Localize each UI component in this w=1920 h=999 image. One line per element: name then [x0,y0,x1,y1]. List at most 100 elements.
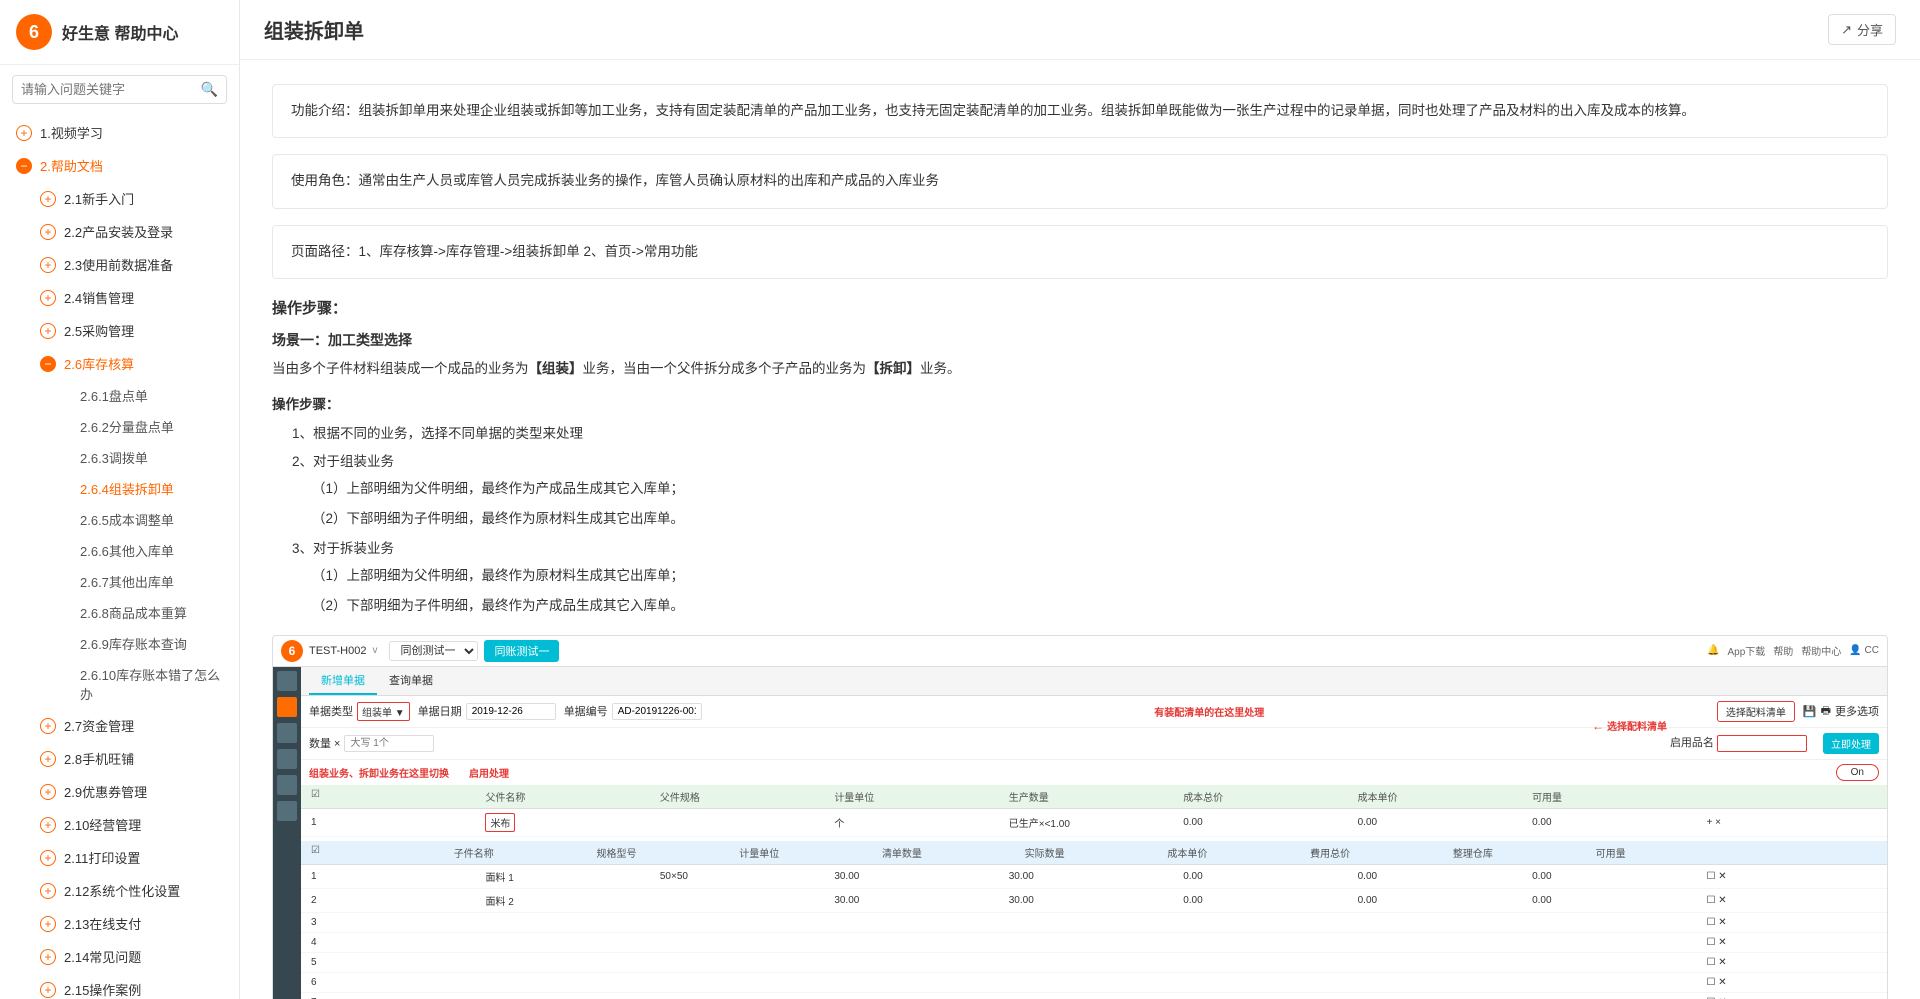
lower-header-bom-qty: 清单数量 [880,844,1023,861]
expand-icon: + [16,125,32,141]
sidebar-item-25[interactable]: + 2.5采购管理 [40,314,239,347]
sidebar-item-label: 2.9优惠券管理 [64,782,147,801]
sidebar-item-label: 2.6库存核算 [64,354,134,373]
logo-icon: 6 [16,14,52,50]
sidebar-item-21[interactable]: + 2.1新手入门 [40,182,239,215]
step2-2: （2）下部明细为子件明细，最终作为原材料生成其它出库单。 [312,506,1888,532]
app-more-icon[interactable]: 更多选项 [1835,703,1879,719]
app-sidebar-icon-4 [277,749,297,769]
lower-table-row-2: 2 面料 2 30.00 30.00 0.00 0.00 0.00 ☐ ✕ [301,889,1887,913]
app-icon-notification: 🔔 [1707,645,1719,656]
app-confirm-btn[interactable]: 立即处理 [1823,733,1879,754]
app-qty-input[interactable] [344,735,434,752]
sidebar-item-212[interactable]: + 2.12系统个性化设置 [40,874,239,907]
share-label: 分享 [1857,20,1883,39]
sidebar-item-268[interactable]: 2.6.8商品成本重算 [80,597,239,628]
sub-26-items: 2.6.1盘点单 2.6.2分量盘点单 2.6.3调拨单 2.6.4组装拆卸单 … [40,380,239,709]
row-del-icon[interactable]: × [1715,817,1721,828]
app-top-icons: 🔔 App下载 帮助 帮助中心 👤 CC [1707,643,1879,658]
sidebar-item-23[interactable]: + 2.3使用前数据准备 [40,248,239,281]
app-company-select[interactable]: 同创测试一 [389,641,478,661]
sidebar-item-26[interactable]: − 2.6库存核算 [40,347,239,380]
search-input[interactable] [21,82,201,97]
row-idx: 1 [309,816,483,829]
sidebar-item-2610[interactable]: 2.6.10库存账本错了怎么办 [80,659,239,709]
lower-header-cost-unit: 成本单价 [1165,844,1308,861]
app-icon-user: 帮助中心 [1801,643,1841,658]
row-name-input[interactable]: 米布 [485,813,515,832]
sidebar-item-label: 2.10经营管理 [64,815,141,834]
lower-table-row-3: 3 ☐ ✕ [301,913,1887,933]
app-sidebar-icon-6 [277,801,297,821]
app-on-toggle[interactable]: On [1836,764,1879,781]
sidebar-item-29[interactable]: + 2.9优惠券管理 [40,775,239,808]
sidebar-item-22[interactable]: + 2.2产品安装及登录 [40,215,239,248]
app-qty-label: 数量 × [309,735,340,751]
sidebar-item-213[interactable]: + 2.13在线支付 [40,907,239,940]
app-tab-new[interactable]: 新增单据 [309,667,377,695]
annotation-2: 选择配料清单 [1607,722,1667,733]
usage-role-block: 使用角色：通常由生产人员或库管人员完成拆装业务的操作，库管人员确认原材料的出库和… [272,154,1888,208]
sidebar-item-211[interactable]: + 2.11打印设置 [40,841,239,874]
app-form-area: 新增单据 查询单据 单据类型 组装单 ▼ 单据日期 [301,667,1887,999]
app-num-input[interactable] [612,703,702,720]
lower-header-spec: 规格型号 [594,844,737,861]
sidebar-item-263[interactable]: 2.6.3调拨单 [80,442,239,473]
sidebar-item-264[interactable]: 2.6.4组装拆卸单 [80,473,239,504]
app-print-icon[interactable]: 🖶 [1821,702,1831,721]
lower-table-row-1: 1 面料 1 50×50 30.00 30.00 0.00 0.00 0.00 … [301,865,1887,889]
app-save-icon[interactable]: 💾 [1803,705,1817,718]
lower-table-row-4: 4 ☐ ✕ [301,933,1887,953]
app-new-btn[interactable]: 同账测试一 [484,640,559,662]
sidebar-item-docs[interactable]: − 2.帮助文档 [0,149,239,182]
app-form-tabs: 新增单据 查询单据 [301,667,1887,696]
sidebar-item-265[interactable]: 2.6.5成本调整单 [80,504,239,535]
lower-table-row-6: 6 ☐ ✕ [301,973,1887,993]
row-action-icons: + × [1705,816,1879,829]
app-tab-list[interactable]: 查询单据 [377,667,445,695]
expand-icon: + [40,784,56,800]
sidebar-item-label: 2.11打印设置 [64,848,140,867]
sidebar-item-24[interactable]: + 2.4销售管理 [40,281,239,314]
app-date-input[interactable] [466,703,556,720]
sidebar-item-27[interactable]: + 2.7资金管理 [40,709,239,742]
sidebar-item-210[interactable]: + 2.10经营管理 [40,808,239,841]
expand-icon: + [40,290,56,306]
expand-icon: + [40,817,56,833]
app-type-value[interactable]: 组装单 ▼ [357,702,410,721]
sidebar-item-214[interactable]: + 2.14常见问题 [40,940,239,973]
sidebar-item-label: 2.5采购管理 [64,321,134,340]
lower-row-1-name: 面料 1 [483,868,657,885]
sidebar-item-215[interactable]: + 2.15操作案例 [40,973,239,999]
sidebar-item-label: 2.1新手入门 [64,189,134,208]
sidebar-item-266[interactable]: 2.6.6其他入库单 [80,535,239,566]
sidebar-item-28[interactable]: + 2.8手机旺铺 [40,742,239,775]
header-parent-name: 父件名称 [483,788,657,805]
lower-header-warehouse: 整理仓库 [1451,844,1594,861]
expand-icon: + [40,751,56,767]
row-unit-cost: 0.00 [1356,816,1530,829]
sidebar-item-video[interactable]: + 1.视频学习 [0,116,239,149]
app-form-row-1: 单据类型 组装单 ▼ 单据日期 单据编号 [301,696,1887,728]
search-box[interactable]: 🔍 [12,75,227,104]
on-label: On [1851,767,1864,778]
sidebar-item-269[interactable]: 2.6.9库存账本查询 [80,628,239,659]
row-add-icon[interactable]: + [1707,817,1713,828]
app-type-field: 单据类型 组装单 ▼ [309,702,410,721]
app-confirm-btn-wrap: 立即处理 [1823,733,1879,754]
sidebar-item-label: 2.帮助文档 [40,156,103,175]
app-action-btns: 💾 🖶 更多选项 [1803,702,1879,721]
sidebar-item-261[interactable]: 2.6.1盘点单 [80,380,239,411]
lower-row-2-name: 面料 2 [483,892,657,909]
sidebar-item-267[interactable]: 2.6.7其他出库单 [80,566,239,597]
search-icon[interactable]: 🔍 [201,81,218,98]
usage-role-text: 使用角色：通常由生产人员或库管人员完成拆装业务的操作，库管人员确认原材料的出库和… [291,173,939,188]
lower-table-row-7: 7 ☐ ✕ [301,993,1887,999]
main-header: 组装拆卸单 ↗ 分享 [240,0,1920,60]
sidebar-item-label: 2.13在线支付 [64,914,141,933]
share-button[interactable]: ↗ 分享 [1828,14,1896,45]
app-bom-btn[interactable]: 选择配料清单 [1717,701,1795,722]
collapse-icon: − [16,158,32,174]
app-enable-input[interactable] [1717,735,1807,752]
sidebar-item-262[interactable]: 2.6.2分量盘点单 [80,411,239,442]
